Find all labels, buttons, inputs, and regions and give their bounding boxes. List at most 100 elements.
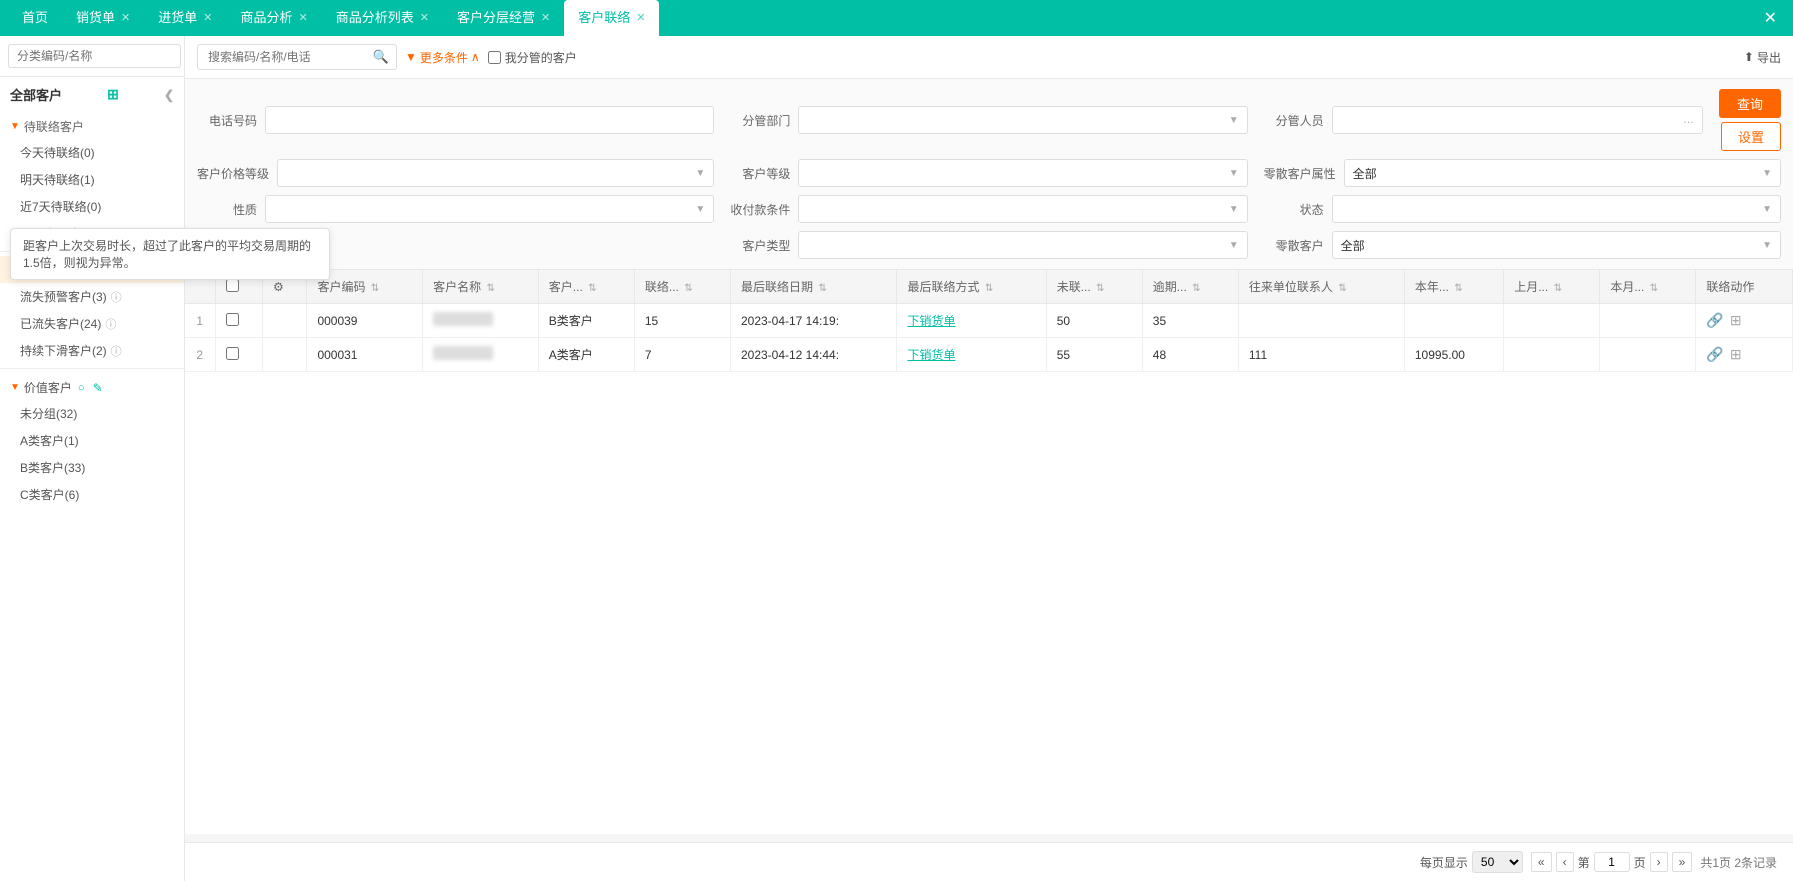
filter-row-gender: 性质 ▼ — [197, 195, 714, 223]
row-contact-1: 15 — [634, 304, 730, 338]
row-code-1: 000039 — [307, 304, 423, 338]
phone-input[interactable] — [265, 106, 714, 134]
declining-info-icon[interactable]: ⓘ — [111, 343, 122, 359]
sidebar-item-tomorrow[interactable]: 明天待联络(1) — [0, 166, 184, 193]
row-spacer-1 — [263, 304, 307, 338]
loss-info-icon[interactable]: ⓘ — [111, 289, 122, 305]
customer-level-select[interactable]: ▼ — [798, 159, 1247, 187]
th-action: 联络动作 — [1696, 270, 1793, 304]
nav-close-analysis[interactable]: ✕ — [299, 0, 308, 36]
grid-icon-2[interactable]: ⊞ — [1730, 346, 1742, 363]
value-triangle-icon: ▼ — [10, 382, 20, 393]
retail-attr-select[interactable]: 全部 ▼ — [1344, 159, 1781, 187]
customer-level-label: 客户等级 — [730, 165, 790, 182]
data-table: ⚙ 客户编码 ⇅ 客户名称 ⇅ 客户... ⇅ 联络... ⇅ 最后联络日期 ⇅… — [185, 270, 1793, 372]
nav-close-customer-contact[interactable]: ✕ — [636, 0, 645, 36]
action-buttons-2: 🔗 ⊞ — [1706, 346, 1782, 363]
prev-page-button[interactable]: ‹ — [1556, 852, 1574, 872]
my-customers-checkbox[interactable] — [488, 51, 501, 64]
nav-close-sales[interactable]: ✕ — [121, 0, 130, 36]
first-page-button[interactable]: « — [1531, 852, 1552, 872]
retail-customer-select[interactable]: 全部 ▼ — [1332, 231, 1781, 259]
grid-icon-1[interactable]: ⊞ — [1730, 312, 1742, 329]
nav-close-all-button[interactable]: ✕ — [1756, 8, 1785, 28]
more-filter-btn[interactable]: ▼ 更多条件 ∧ — [405, 49, 480, 66]
nav-close-analysis-list[interactable]: ✕ — [420, 0, 429, 36]
gender-select[interactable]: ▼ — [265, 195, 714, 223]
link-icon-1[interactable]: 🔗 — [1706, 312, 1723, 329]
manager-label: 分管人员 — [1264, 112, 1324, 129]
filter-icon: ▼ — [405, 50, 417, 64]
row-checkbox-1[interactable] — [215, 304, 263, 338]
method-sort-icon: ⇅ — [985, 283, 993, 294]
sidebar-collapse-icon[interactable]: ❮ — [164, 88, 174, 102]
manager-select[interactable]: … — [1332, 106, 1703, 134]
status-select[interactable]: ▼ — [1332, 195, 1781, 223]
per-page-select[interactable]: 50 100 200 — [1472, 851, 1523, 873]
filter-bar: 🔍 ▼ 更多条件 ∧ 我分管的客户 ⬆ 导出 — [185, 36, 1793, 79]
next-page-button[interactable]: › — [1650, 852, 1668, 872]
export-button[interactable]: ⬆ 导出 — [1744, 49, 1781, 66]
query-button[interactable]: 查询 — [1719, 89, 1781, 118]
payment-label: 收付款条件 — [730, 201, 790, 218]
all-customers-label: 全部客户 — [10, 85, 62, 104]
sidebar-item-c-class[interactable]: C类客户(6) — [0, 481, 184, 508]
search-bar-icon[interactable]: 🔍 — [373, 49, 389, 65]
row-method-1[interactable]: 下销货单 — [897, 304, 1046, 338]
payment-caret: ▼ — [1229, 204, 1239, 215]
row-checkbox-2[interactable] — [215, 338, 263, 372]
filter-row-price-level: 客户价格等级 ▼ — [197, 159, 714, 187]
value-edit-icon[interactable]: ✎ — [93, 381, 103, 395]
row-this-year-1 — [1404, 304, 1503, 338]
link-icon-2[interactable]: 🔗 — [1706, 346, 1723, 363]
price-level-select[interactable]: ▼ — [277, 159, 714, 187]
nav-item-customer-contact[interactable]: 客户联络 ✕ — [564, 0, 659, 36]
search-input[interactable] — [197, 44, 397, 70]
retail-attr-label: 零散客户属性 — [1264, 165, 1336, 182]
sidebar-item-7days[interactable]: 近7天待联络(0) — [0, 193, 184, 220]
value-group-title: ▼ 价值客户 ○ ✎ — [0, 373, 184, 400]
horizontal-scrollbar[interactable] — [185, 834, 1793, 842]
already-lost-info-icon[interactable]: ⓘ — [105, 316, 116, 332]
sidebar-item-loss-warning[interactable]: 流失预警客户(3) ⓘ — [0, 283, 184, 310]
sidebar-item-today[interactable]: 今天待联络(0) — [0, 139, 184, 166]
sidebar-item-b-class[interactable]: B类客户(33) — [0, 454, 184, 481]
nav-item-analysis-list[interactable]: 商品分析列表 ✕ — [322, 0, 443, 36]
sidebar-item-ungrouped[interactable]: 未分组(32) — [0, 400, 184, 427]
nav-close-purchase[interactable]: ✕ — [203, 0, 212, 36]
value-circle-icon[interactable]: ○ — [78, 382, 85, 394]
method-link-2[interactable]: 下销货单 — [907, 348, 955, 362]
filter-row-manager: 分管人员 … 查询 设置 — [1264, 89, 1781, 151]
method-link-1[interactable]: 下销货单 — [907, 314, 955, 328]
manager-dots: … — [1683, 114, 1694, 126]
customer-level-caret: ▼ — [1229, 168, 1239, 179]
status-label: 状态 — [1264, 201, 1324, 218]
sidebar-item-declining[interactable]: 持续下滑客户(2) ⓘ — [0, 337, 184, 364]
customer-type-select[interactable]: ▼ — [798, 231, 1247, 259]
name-sort-icon: ⇅ — [486, 283, 494, 294]
export-label: 导出 — [1757, 49, 1781, 66]
row-method-2[interactable]: 下销货单 — [897, 338, 1046, 372]
payment-select[interactable]: ▼ — [798, 195, 1247, 223]
department-select[interactable]: ▼ — [798, 106, 1247, 134]
last-page-button[interactable]: » — [1672, 852, 1693, 872]
sidebar-search-input[interactable] — [8, 44, 181, 68]
sidebar-item-already-lost[interactable]: 已流失客户(24) ⓘ — [0, 310, 184, 337]
page-navigation: « ‹ 第 页 › » — [1531, 852, 1692, 872]
select-all-checkbox[interactable] — [226, 279, 239, 292]
retail-customer-value: 全部 — [1341, 237, 1365, 254]
filter-row-phone: 电话号码 — [197, 89, 714, 151]
nav-item-customer-tier[interactable]: 客户分层经营 ✕ — [443, 0, 564, 36]
th-last-contact-date: 最后联络日期 ⇅ — [730, 270, 897, 304]
sidebar-item-a-class[interactable]: A类客户(1) — [0, 427, 184, 454]
this-year-sort-icon: ⇅ — [1454, 283, 1462, 294]
nav-close-customer-tier[interactable]: ✕ — [541, 0, 550, 36]
my-customers-checkbox-label[interactable]: 我分管的客户 — [488, 49, 577, 66]
nav-label-purchase: 进货单 — [158, 0, 197, 36]
settings-button[interactable]: 设置 — [1721, 122, 1781, 151]
nav-item-analysis[interactable]: 商品分析 ✕ — [226, 0, 321, 36]
page-number-input[interactable] — [1594, 852, 1630, 872]
nav-item-sales[interactable]: 销货单 ✕ — [62, 0, 144, 36]
nav-item-purchase[interactable]: 进货单 ✕ — [144, 0, 226, 36]
nav-item-home[interactable]: 首页 — [8, 0, 62, 36]
